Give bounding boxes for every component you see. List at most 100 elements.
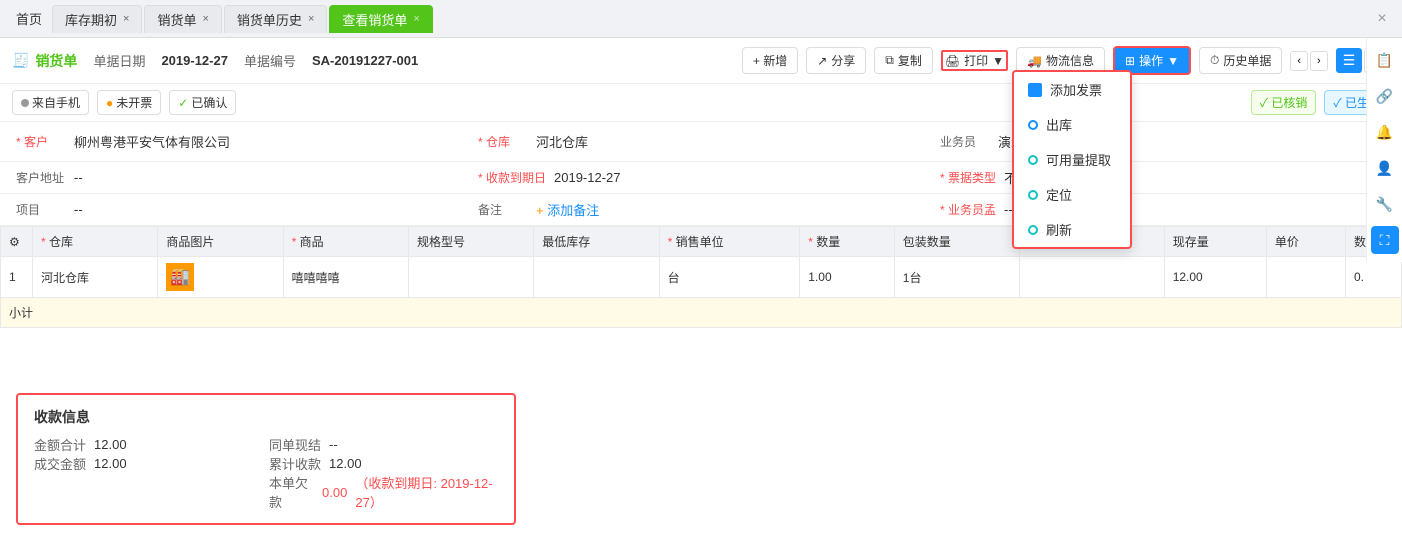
print-dropdown-arrow: ▼ (992, 54, 1004, 68)
col-unit: * 销售单位 (659, 227, 800, 257)
nav-arrows: ‹ › (1290, 51, 1327, 71)
sidebar-icon-3[interactable]: 🔔 (1371, 118, 1399, 146)
col-product: * 商品 (283, 227, 408, 257)
next-button[interactable]: › (1310, 51, 1328, 71)
phone-dot (21, 99, 29, 107)
tab-sales-history-close[interactable]: × (308, 13, 314, 25)
row-unit: 台 (659, 257, 800, 298)
from-phone-button[interactable]: 来自手机 (12, 90, 89, 115)
outbound-item[interactable]: 出库 (1014, 107, 1130, 142)
subtotal-row: 小计 (1, 298, 1402, 328)
sidebar-icon-1[interactable]: 📋 (1371, 46, 1399, 74)
locate-item[interactable]: 定位 (1014, 177, 1130, 212)
form-area-3: 项目 -- 备注 + 添加备注 * 业务员孟 -- (0, 194, 1402, 226)
same-order-row: 同单现结 -- (269, 435, 498, 454)
customer-row: * 客户 柳州粤港平安气体有限公司 (16, 132, 462, 151)
date-value: 2019-12-27 (161, 53, 228, 68)
new-button[interactable]: + 新增 (742, 47, 798, 74)
transaction-label: 成交金额 (34, 454, 86, 473)
payment-date-row: * 收款到期日 2019-12-27 (478, 168, 924, 187)
tab-view-sales-close[interactable]: × (413, 13, 419, 25)
row-qty: 1.00 (800, 257, 894, 298)
note-label: 备注 (478, 201, 528, 218)
add-invoice-item[interactable]: 添加发票 (1014, 72, 1130, 107)
not-open-button[interactable]: ● 未开票 (97, 90, 161, 115)
note-row: 备注 + 添加备注 (478, 200, 924, 219)
history-icon: ⏱ (1210, 53, 1219, 68)
ticket-type-label: * 票据类型 (940, 169, 996, 186)
tab-inventory-close[interactable]: × (123, 13, 129, 25)
row-img: 🏭 (158, 257, 283, 298)
confirm-button[interactable]: ✓ 已确认 (169, 90, 236, 115)
col-current: 现存量 (1164, 227, 1266, 257)
available-qty-item[interactable]: 可用量提取 (1014, 142, 1130, 177)
address-label: 客户地址 (16, 169, 66, 186)
available-qty-icon (1028, 155, 1038, 165)
doc-type-icon: 🧾 (12, 52, 29, 69)
same-order-label: 同单现结 (269, 435, 321, 454)
history-button[interactable]: ⏱ 历史单据 (1199, 47, 1282, 74)
confirm-icon: ✓ (178, 96, 188, 110)
salesperson-label: * 业务员孟 (940, 201, 996, 218)
window-close-button[interactable]: × (1370, 7, 1394, 31)
col-spec: 规格型号 (408, 227, 533, 257)
row-price (1266, 257, 1345, 298)
tab-sales[interactable]: 销货单 × (144, 5, 221, 33)
col-price: 单价 (1266, 227, 1345, 257)
payment-info-title: 收款信息 (34, 407, 498, 427)
employee-label: 业务员 (940, 133, 990, 150)
col-pack-qty: 包装数量 (894, 227, 1019, 257)
row-warehouse: 河北仓库 (33, 257, 158, 298)
add-note-icon: + (536, 203, 544, 218)
product-image-icon: 🏭 (170, 267, 190, 287)
doc-title: 🧾 销货单 (12, 51, 77, 71)
print-icon: 🖨 (945, 54, 960, 68)
cancel-status-button[interactable]: ✓ 已核销 (1251, 90, 1317, 115)
logistics-icon: 🚚 (1027, 54, 1042, 68)
number-value: SA-20191227-001 (312, 53, 418, 68)
subtotal-label: 小计 (9, 306, 33, 320)
prev-button[interactable]: ‹ (1290, 51, 1308, 71)
refresh-item[interactable]: 刷新 (1014, 212, 1130, 247)
tab-view-sales[interactable]: 查看销货单 × (329, 5, 432, 33)
copy-button[interactable]: ⧉ 复制 (874, 47, 933, 74)
salesperson-row: * 业务员孟 -- (940, 200, 1386, 219)
tab-sales-close[interactable]: × (202, 13, 208, 25)
tab-home[interactable]: 首页 (8, 9, 50, 28)
col-qty: * 数量 (800, 227, 894, 257)
add-note-button[interactable]: + 添加备注 (536, 200, 599, 219)
form-area-2: 客户地址 -- * 收款到期日 2019-12-27 * 票据类型 不开票 (0, 162, 1402, 194)
project-value: -- (74, 202, 83, 217)
sidebar-icon-5[interactable]: 🔧 (1371, 190, 1399, 218)
row-other: 0. (1345, 257, 1401, 298)
list-view-button[interactable]: ☰ (1336, 48, 1363, 73)
payment-date-label: * 收款到期日 (478, 169, 546, 186)
row-current: 12.00 (1164, 257, 1266, 298)
refresh-label: 刷新 (1046, 220, 1072, 239)
number-label: 单据编号 (244, 51, 296, 70)
address-value: -- (74, 170, 83, 185)
ops-icon: ⊞ (1125, 54, 1135, 68)
employee-row: 业务员 演示账号 (940, 132, 1386, 151)
share-button[interactable]: ↗ 分享 (806, 47, 866, 74)
due-value: 0.00 (322, 485, 347, 500)
project-row: 项目 -- (16, 200, 462, 219)
row-min-stock (534, 257, 659, 298)
products-table: ⚙ * 仓库 商品图片 * 商品 规格型号 最低库存 * 销售单位 * 数量 包… (0, 226, 1402, 328)
tab-sales-history[interactable]: 销货单历史 × (224, 5, 327, 33)
print-button[interactable]: 🖨 打印 ▼ (941, 50, 1008, 71)
sidebar-icon-2[interactable]: 🔗 (1371, 82, 1399, 110)
table-area: ⚙ * 仓库 商品图片 * 商品 规格型号 最低库存 * 销售单位 * 数量 包… (0, 226, 1402, 385)
customer-value: 柳州粤港平安气体有限公司 (74, 132, 230, 151)
warehouse-label: * 仓库 (478, 133, 528, 150)
available-qty-label: 可用量提取 (1046, 150, 1111, 169)
row-spec (408, 257, 533, 298)
sidebar-icon-6[interactable]: ⛶ (1371, 226, 1399, 254)
doc-header: 🧾 销货单 单据日期 2019-12-27 单据编号 SA-20191227-0… (0, 38, 1402, 84)
table-row: 1 河北仓库 🏭 嘻嘻嘻嘻 台 1.00 1台 (1, 257, 1402, 298)
tab-inventory[interactable]: 库存期初 × (52, 5, 142, 33)
col-warehouse: * 仓库 (33, 227, 158, 257)
sidebar-icon-4[interactable]: 👤 (1371, 154, 1399, 182)
due-note: （收款到期日: 2019-12-27） (355, 473, 498, 511)
transaction-value: 12.00 (94, 456, 127, 471)
